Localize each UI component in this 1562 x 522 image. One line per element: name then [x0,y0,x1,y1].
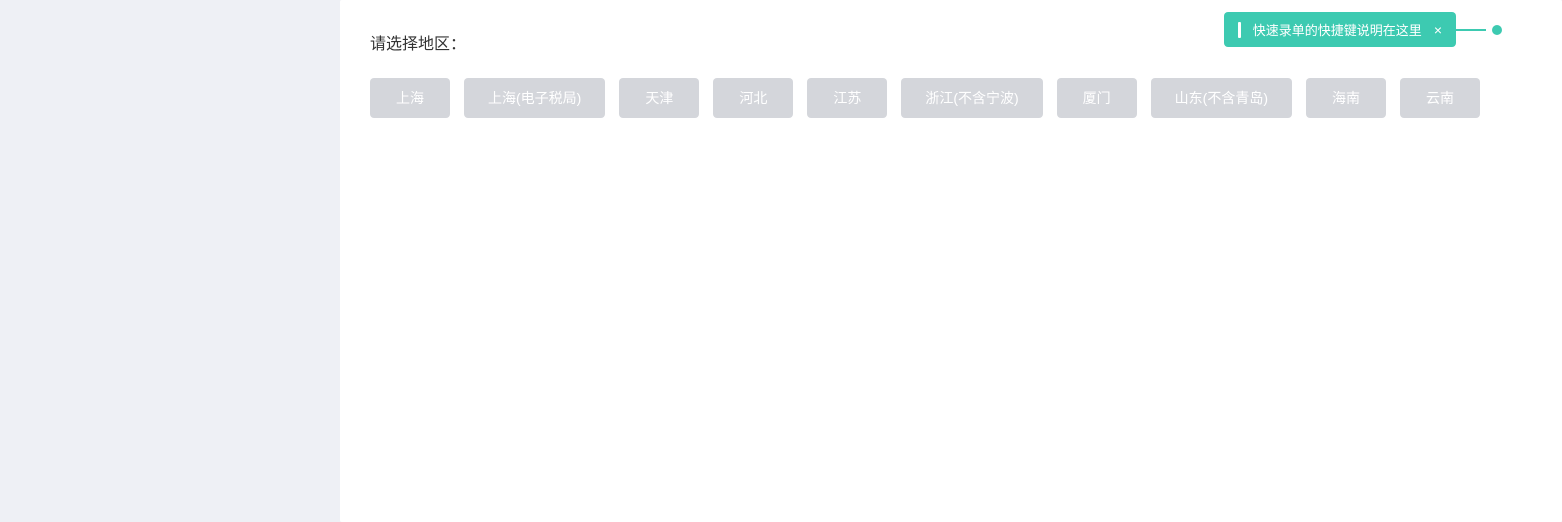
region-btn-zhejiang[interactable]: 浙江(不含宁波) [901,78,1042,118]
left-sidebar [0,0,340,522]
region-btn-shandong[interactable]: 山东(不含青岛) [1151,78,1292,118]
tooltip-line [1456,29,1486,31]
region-btn-tianjin[interactable]: 天津 [619,78,699,118]
tooltip-box: 快速录单的快捷键说明在这里 × [1224,12,1456,47]
region-btn-hebei[interactable]: 河北 [713,78,793,118]
region-btn-hainan[interactable]: 海南 [1306,78,1386,118]
region-btn-shanghai[interactable]: 上海 [370,78,450,118]
tooltip-text: 快速录单的快捷键说明在这里 [1253,20,1422,39]
region-btn-xiamen[interactable]: 厦门 [1057,78,1137,118]
tooltip-close-button[interactable]: × [1434,22,1442,38]
region-btn-yunnan[interactable]: 云南 [1400,78,1480,118]
region-grid: 上海上海(电子税局) 天津河北江苏浙江(不含宁波) 厦门山东(不含青岛) 海南云南 [370,78,1532,118]
region-btn-shanghai-etax[interactable]: 上海(电子税局) [464,78,605,118]
region-btn-jiangsu[interactable]: 江苏 [807,78,887,118]
tooltip-banner: 快速录单的快捷键说明在这里 × [1224,12,1502,47]
main-content: 快速录单的快捷键说明在这里 × 请选择地区： 上海上海(电子税局)天津河北江苏浙… [340,0,1562,522]
tooltip-bar-icon [1238,22,1241,38]
tooltip-dot [1492,25,1502,35]
